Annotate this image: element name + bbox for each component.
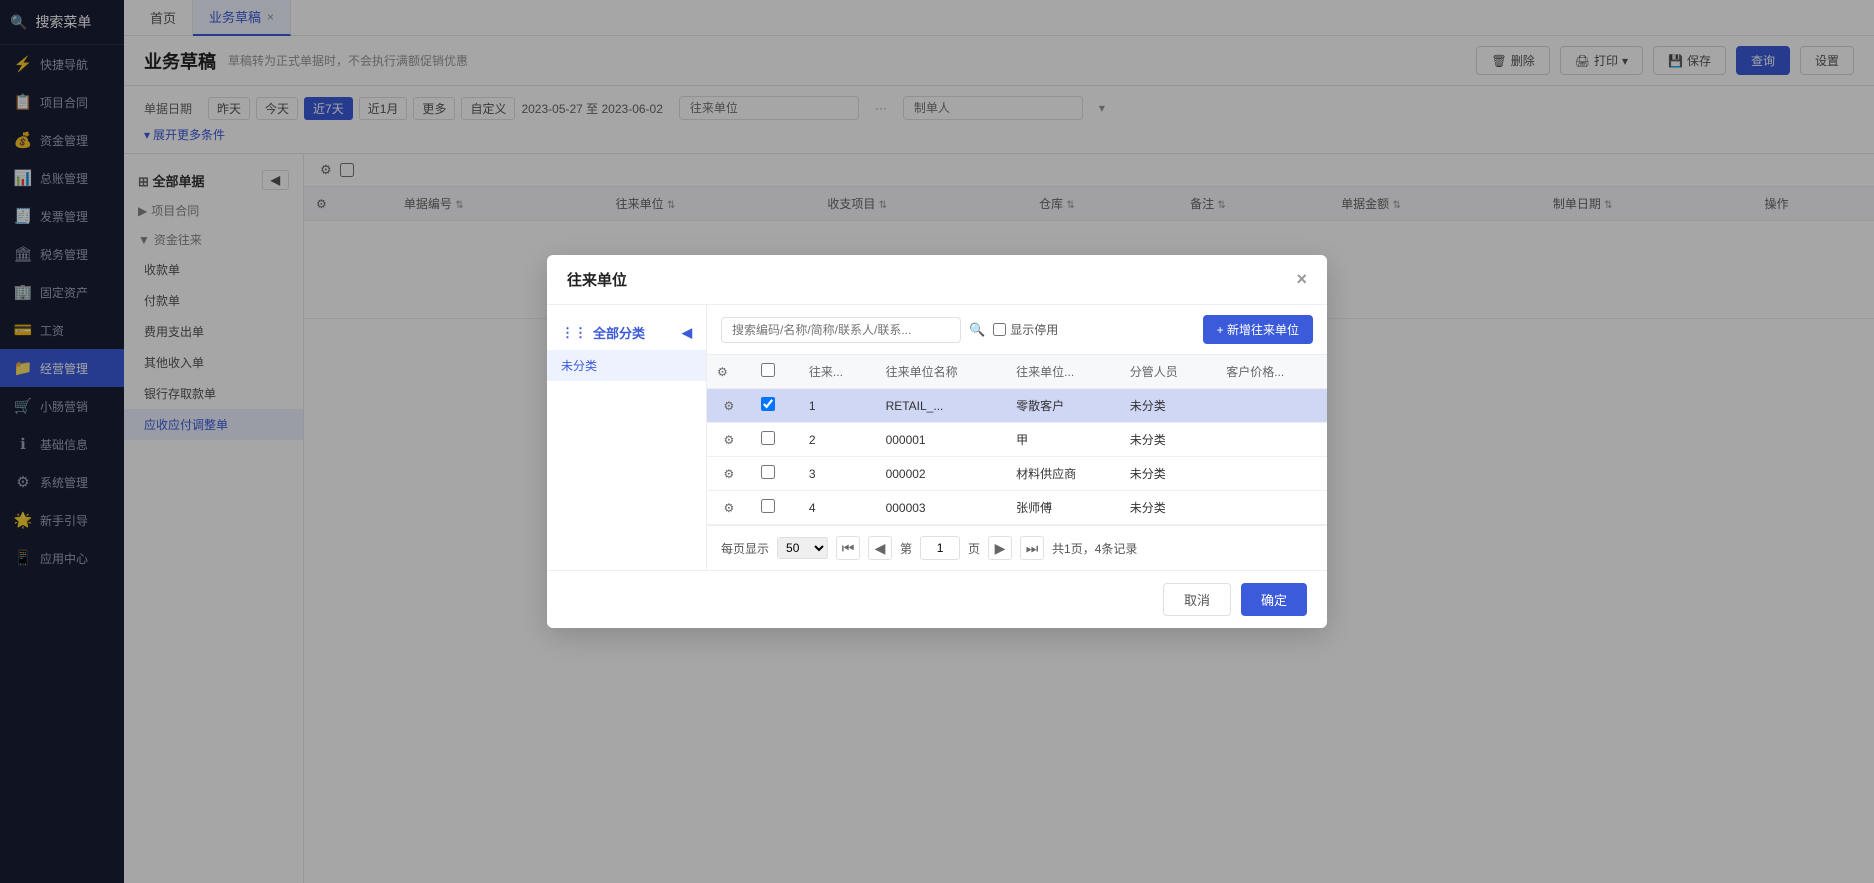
dialog-table-wrap: ⚙ 往来... 往来单位名称 往来单位... 分管人员 客户价格... ⚙ — [707, 355, 1327, 525]
category-item-unclassified[interactable]: 未分类 — [547, 350, 706, 381]
row-category: 未分类 — [1120, 457, 1217, 491]
row-code: 000003 — [876, 491, 1007, 525]
dialog-title: 往来单位 — [567, 269, 627, 290]
dialog-table: ⚙ 往来... 往来单位名称 往来单位... 分管人员 客户价格... ⚙ — [707, 355, 1327, 525]
row-category: 未分类 — [1120, 491, 1217, 525]
page-word: 第 — [900, 540, 912, 557]
row-checkbox[interactable] — [751, 389, 799, 423]
total-records: 共1页，4条记录 — [1052, 540, 1137, 557]
dialog-table-row[interactable]: ⚙ 2 000001 甲 未分类 — [707, 423, 1327, 457]
next-page-button[interactable]: ▶ — [988, 536, 1012, 560]
per-page-select[interactable]: 50 10 20 100 — [777, 537, 828, 559]
row-checkbox[interactable] — [751, 457, 799, 491]
per-page-label: 每页显示 — [721, 540, 769, 557]
dth-price-level[interactable]: 客户价格... — [1216, 355, 1327, 389]
row-code: 000001 — [876, 423, 1007, 457]
page-suffix: 页 — [968, 540, 980, 557]
row-code: 000002 — [876, 457, 1007, 491]
dth-code[interactable]: 往来... — [799, 355, 876, 389]
add-partner-label: + 新增往来单位 — [1217, 321, 1299, 338]
dialog-search-icon[interactable]: 🔍 — [969, 322, 985, 338]
row-code: RETAIL_... — [876, 389, 1007, 423]
row-settings[interactable]: ⚙ — [707, 457, 751, 491]
dth-checkbox — [751, 355, 799, 389]
row-checkbox[interactable] — [751, 423, 799, 457]
row-manager — [1216, 423, 1327, 457]
row-id: 4 — [799, 491, 876, 525]
row-id: 1 — [799, 389, 876, 423]
dth-category[interactable]: 往来单位... — [1006, 355, 1120, 389]
row-manager — [1216, 389, 1327, 423]
row-name: 甲 — [1006, 423, 1120, 457]
show-disabled-label[interactable]: 显示停用 — [993, 321, 1058, 338]
row-checkbox[interactable] — [751, 491, 799, 525]
show-disabled-checkbox[interactable] — [993, 323, 1006, 336]
dialog-search: 🔍 显示停用 — [721, 317, 1058, 343]
dialog-footer: 取消 确定 — [547, 570, 1327, 628]
dialog-pagination: 每页显示 50 10 20 100 ⏮ ◀ 第 页 ▶ ⏭ 共1页，4条记录 — [707, 525, 1327, 570]
dialog-close-button[interactable]: × — [1296, 269, 1307, 290]
dialog-search-input[interactable] — [721, 317, 961, 343]
dialog-body: ⋮⋮ 全部分类 ◀ 未分类 🔍 显示停用 — [547, 305, 1327, 570]
dialog-select-all[interactable] — [761, 363, 775, 377]
show-disabled-text: 显示停用 — [1010, 321, 1058, 338]
current-page-input[interactable] — [920, 536, 960, 560]
row-manager — [1216, 491, 1327, 525]
dialog-toolbar: 🔍 显示停用 + 新增往来单位 — [707, 305, 1327, 355]
partner-dialog: 往来单位 × ⋮⋮ 全部分类 ◀ 未分类 — [547, 255, 1327, 628]
cancel-button[interactable]: 取消 — [1163, 583, 1231, 616]
row-category: 未分类 — [1120, 389, 1217, 423]
row-name: 张师傅 — [1006, 491, 1120, 525]
category-header-label: 全部分类 — [593, 323, 645, 342]
category-grid-icon: ⋮⋮ — [561, 325, 587, 341]
dth-manager[interactable]: 分管人员 — [1120, 355, 1217, 389]
first-page-button[interactable]: ⏮ — [836, 536, 860, 560]
dialog-table-row[interactable]: ⚙ 3 000002 材料供应商 未分类 — [707, 457, 1327, 491]
row-category: 未分类 — [1120, 423, 1217, 457]
row-name: 零散客户 — [1006, 389, 1120, 423]
row-id: 2 — [799, 423, 876, 457]
last-page-button[interactable]: ⏭ — [1020, 536, 1044, 560]
prev-page-button[interactable]: ◀ — [868, 536, 892, 560]
dialog-table-header-row: ⚙ 往来... 往来单位名称 往来单位... 分管人员 客户价格... — [707, 355, 1327, 389]
dth-name[interactable]: 往来单位名称 — [876, 355, 1007, 389]
row-name: 材料供应商 — [1006, 457, 1120, 491]
row-settings[interactable]: ⚙ — [707, 389, 751, 423]
row-settings[interactable]: ⚙ — [707, 423, 751, 457]
add-partner-button[interactable]: + 新增往来单位 — [1203, 315, 1313, 344]
row-manager — [1216, 457, 1327, 491]
dialog-table-row[interactable]: ⚙ 1 RETAIL_... 零散客户 未分类 — [707, 389, 1327, 423]
row-settings[interactable]: ⚙ — [707, 491, 751, 525]
confirm-button[interactable]: 确定 — [1241, 583, 1307, 616]
dialog-table-row[interactable]: ⚙ 4 000003 张师傅 未分类 — [707, 491, 1327, 525]
category-item-label: 未分类 — [561, 359, 597, 373]
dialog-categories: ⋮⋮ 全部分类 ◀ 未分类 — [547, 305, 707, 570]
row-id: 3 — [799, 457, 876, 491]
category-header: ⋮⋮ 全部分类 ◀ — [547, 315, 706, 350]
category-collapse-icon[interactable]: ◀ — [682, 325, 692, 341]
dialog-overlay[interactable]: 往来单位 × ⋮⋮ 全部分类 ◀ 未分类 — [0, 0, 1874, 883]
dialog-header: 往来单位 × — [547, 255, 1327, 305]
dth-settings[interactable]: ⚙ — [707, 355, 751, 389]
dialog-right-content: 🔍 显示停用 + 新增往来单位 — [707, 305, 1327, 570]
